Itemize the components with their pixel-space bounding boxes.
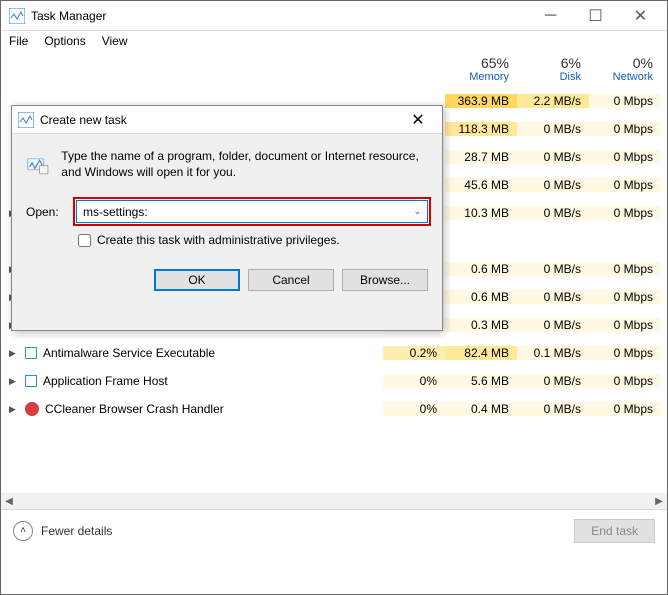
cell-net: 0 Mbps	[589, 150, 661, 164]
create-new-task-dialog: Create new task ✕ Type the name of a pro…	[11, 105, 443, 331]
expand-chevron-icon[interactable]: ▶	[9, 404, 19, 415]
cell-net: 0 Mbps	[589, 178, 661, 192]
horizontal-scrollbar[interactable]: ◀ ▶	[1, 493, 667, 509]
cell-disk: 0 MB/s	[517, 374, 589, 388]
menu-bar: File Options View	[1, 31, 667, 51]
footer-bar: ˄ Fewer details End task	[1, 509, 667, 551]
cell-disk: 0 MB/s	[517, 262, 589, 276]
ok-button[interactable]: OK	[154, 269, 240, 291]
app-icon	[25, 402, 39, 416]
cell-disk: 0 MB/s	[517, 178, 589, 192]
cell-net: 0 Mbps	[589, 402, 661, 416]
dialog-title-bar: Create new task ✕	[12, 106, 442, 134]
process-name: Antimalware Service Executable	[43, 346, 215, 360]
end-task-button[interactable]: End task	[574, 519, 655, 543]
column-disk[interactable]: 6% Disk	[517, 51, 589, 87]
open-combobox[interactable]: ms-settings: ⌄	[76, 200, 428, 223]
cell-net: 0 Mbps	[589, 318, 661, 332]
open-combobox-value: ms-settings:	[83, 205, 148, 219]
cell-net: 0 Mbps	[589, 122, 661, 136]
admin-privileges-checkbox[interactable]	[78, 234, 91, 247]
column-headers: 65% Memory 6% Disk 0% Network	[1, 51, 667, 87]
cell-cpu: 0%	[383, 402, 445, 416]
cell-mem: 0.6 MB	[445, 262, 517, 276]
cell-disk: 0 MB/s	[517, 290, 589, 304]
expand-chevron-icon[interactable]: ▶	[9, 376, 19, 387]
cell-mem: 0.3 MB	[445, 318, 517, 332]
cell-disk: 0 MB/s	[517, 318, 589, 332]
cell-disk: 2.2 MB/s	[517, 94, 589, 108]
taskmgr-icon	[18, 112, 34, 128]
cell-mem: 0.4 MB	[445, 402, 517, 416]
taskmgr-icon	[9, 8, 25, 24]
app-icon	[25, 375, 37, 387]
dialog-title: Create new task	[40, 113, 400, 127]
open-label: Open:	[26, 205, 66, 219]
menu-file[interactable]: File	[9, 34, 28, 48]
cell-mem: 0.6 MB	[445, 290, 517, 304]
cell-mem: 28.7 MB	[445, 150, 517, 164]
column-network[interactable]: 0% Network	[589, 51, 661, 87]
column-cpu[interactable]	[383, 51, 445, 87]
dialog-close-button[interactable]: ✕	[400, 110, 436, 130]
cell-mem: 5.6 MB	[445, 374, 517, 388]
cell-disk: 0 MB/s	[517, 150, 589, 164]
menu-options[interactable]: Options	[44, 34, 85, 48]
cell-disk: 0 MB/s	[517, 206, 589, 220]
process-row[interactable]: ▶CCleaner Browser Crash Handler0%0.4 MB0…	[1, 395, 667, 423]
expand-chevron-icon[interactable]: ▶	[9, 348, 19, 359]
scroll-left-icon[interactable]: ◀	[1, 493, 17, 509]
cell-mem: 10.3 MB	[445, 206, 517, 220]
maximize-button[interactable]: ☐	[573, 1, 618, 31]
cell-disk: 0 MB/s	[517, 402, 589, 416]
cancel-button[interactable]: Cancel	[248, 269, 334, 291]
cell-mem: 118.3 MB	[445, 122, 517, 136]
cell-disk: 0 MB/s	[517, 122, 589, 136]
app-icon	[25, 347, 37, 359]
cell-disk: 0.1 MB/s	[517, 346, 589, 360]
chevron-up-icon: ˄	[13, 521, 33, 541]
menu-view[interactable]: View	[102, 34, 128, 48]
cell-net: 0 Mbps	[589, 262, 661, 276]
cell-mem: 45.6 MB	[445, 178, 517, 192]
process-name: Application Frame Host	[43, 374, 168, 388]
run-program-icon	[26, 148, 49, 182]
cell-mem: 82.4 MB	[445, 346, 517, 360]
process-row[interactable]: ▶ Application Frame Host 0%5.6 MB0 MB/s0 M…	[1, 367, 667, 395]
cell-net: 0 Mbps	[589, 374, 661, 388]
cell-net: 0 Mbps	[589, 206, 661, 220]
cell-mem: 363.9 MB	[445, 94, 517, 108]
dialog-prompt-text: Type the name of a program, folder, docu…	[61, 148, 428, 180]
chevron-down-icon[interactable]: ⌄	[413, 206, 421, 217]
process-name: CCleaner Browser Crash Handler	[45, 402, 224, 416]
cell-cpu: 0%	[383, 374, 445, 388]
content-area: 65% Memory 6% Disk 0% Network 363.9 MB2.…	[1, 51, 667, 551]
minimize-button[interactable]: ─	[528, 1, 573, 31]
scroll-right-icon[interactable]: ▶	[651, 493, 667, 509]
fewer-details-button[interactable]: ˄ Fewer details	[13, 521, 112, 541]
column-memory[interactable]: 65% Memory	[445, 51, 517, 87]
browse-button[interactable]: Browse...	[342, 269, 428, 291]
cell-net: 0 Mbps	[589, 290, 661, 304]
cell-cpu: 0.2%	[383, 346, 445, 360]
title-bar: Task Manager ─ ☐ ✕	[1, 1, 667, 31]
cell-net: 0 Mbps	[589, 94, 661, 108]
process-row[interactable]: ▶ Antimalware Service Executable 0.2%82.4 …	[1, 339, 667, 367]
close-button[interactable]: ✕	[618, 1, 663, 31]
window-title: Task Manager	[31, 9, 528, 23]
cell-net: 0 Mbps	[589, 346, 661, 360]
admin-privileges-label: Create this task with administrative pri…	[97, 233, 340, 247]
